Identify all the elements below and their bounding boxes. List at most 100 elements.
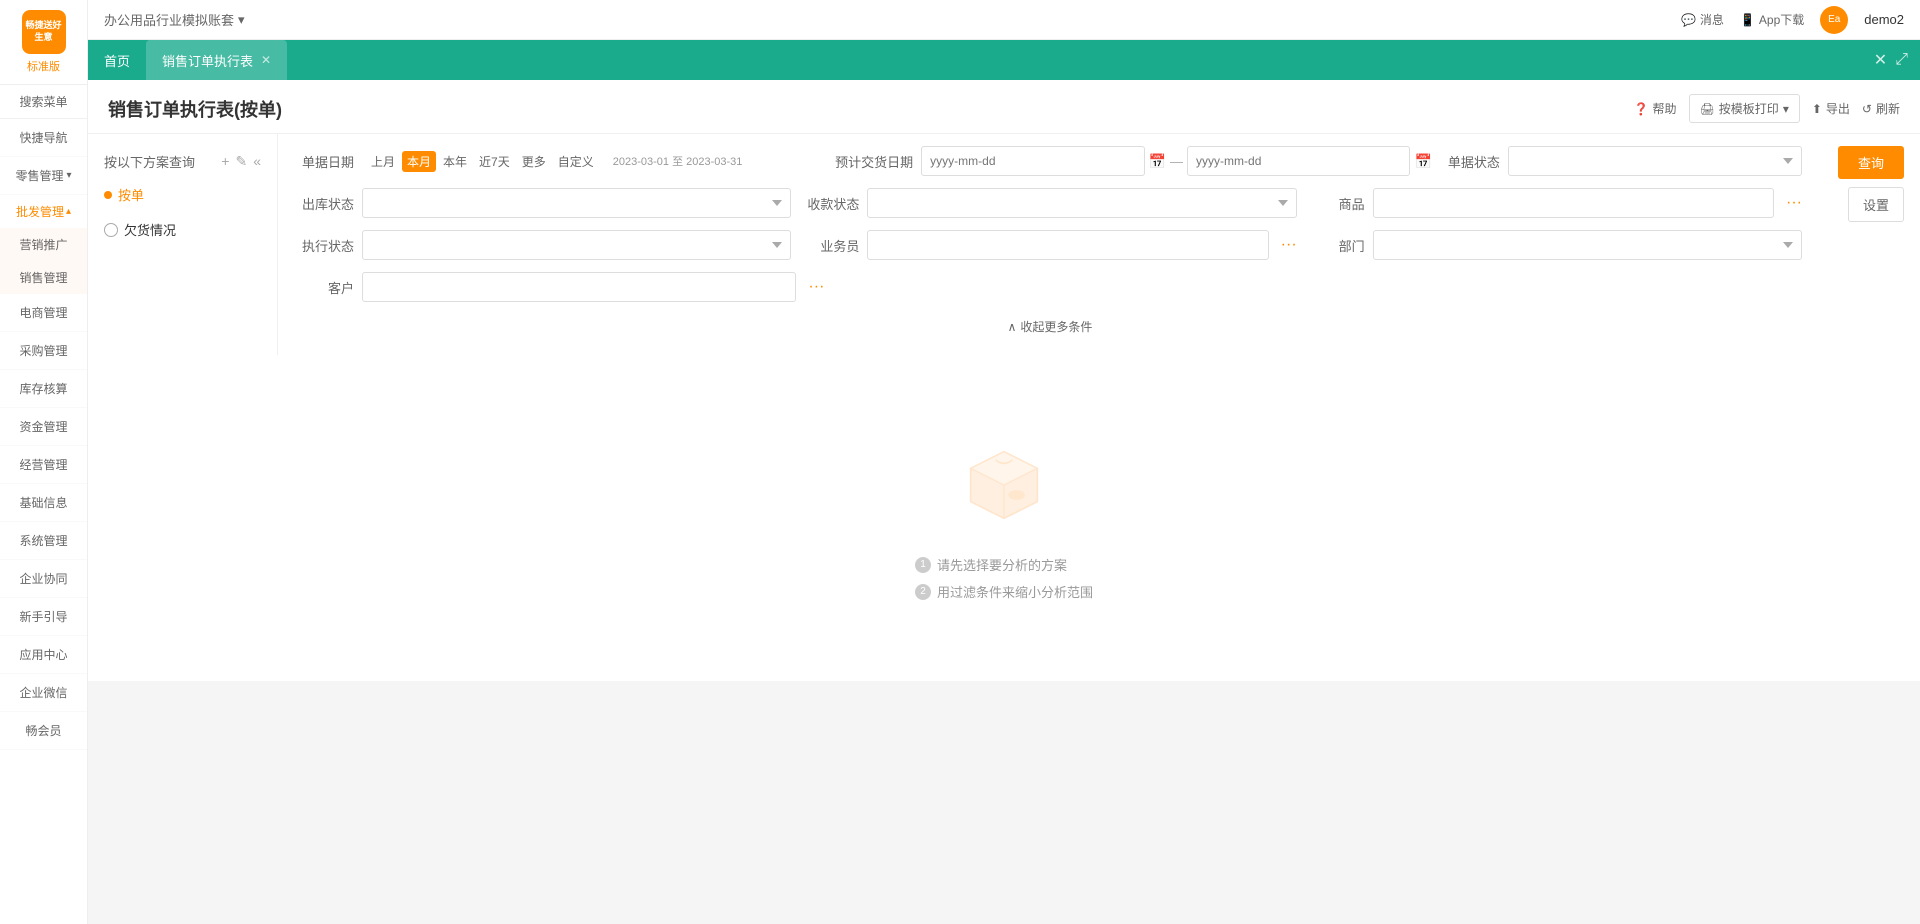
sidebar-item-member[interactable]: 畅会员 bbox=[0, 712, 87, 750]
sidebar-item-sales-mgmt[interactable]: 销售管理 bbox=[0, 261, 87, 294]
collapse-icon: ▴ bbox=[66, 206, 71, 217]
topbar-title-arrow[interactable]: ▾ bbox=[238, 12, 245, 28]
expected-date-to-input[interactable] bbox=[1187, 146, 1410, 176]
hint2-num: 2 bbox=[915, 584, 931, 600]
outbound-select[interactable] bbox=[362, 188, 791, 218]
date-tab-this-year[interactable]: 本年 bbox=[438, 151, 472, 172]
sidebar-item-quick-nav[interactable]: 快捷导航 bbox=[0, 119, 87, 157]
date-tab-last-month[interactable]: 上月 bbox=[366, 151, 400, 172]
product-more-icon[interactable]: ··· bbox=[1786, 194, 1802, 212]
customer-input[interactable] bbox=[362, 272, 796, 302]
product-input[interactable] bbox=[1373, 188, 1774, 218]
logo-icon: 畅捷送好生意 bbox=[22, 10, 66, 54]
collapse-up-icon: ∧ bbox=[1008, 320, 1017, 334]
sidebar-item-corp-wechat[interactable]: 企业微信 bbox=[0, 674, 87, 712]
tab-close-icon[interactable]: ✕ bbox=[261, 53, 271, 67]
sidebar-item-ecommerce[interactable]: 电商管理 bbox=[0, 294, 87, 332]
filter-add-icon[interactable]: + bbox=[221, 153, 229, 170]
app-download-button[interactable]: 📱 App下载 bbox=[1740, 11, 1804, 28]
calendar-to-icon[interactable]: 📅 bbox=[1414, 153, 1431, 170]
sidebar-item-wholesale-mgmt[interactable]: 批发管理 ▴ bbox=[0, 195, 87, 228]
sidebar-item-operations[interactable]: 经营管理 bbox=[0, 446, 87, 484]
date-tab-this-month[interactable]: 本月 bbox=[402, 151, 436, 172]
filter-option-by-order[interactable]: 按单 bbox=[88, 177, 277, 212]
filter-sidebar-title: 按以下方案查询 + ✎ « bbox=[88, 146, 277, 177]
tab-sales-exec[interactable]: 销售订单执行表 ✕ bbox=[146, 40, 287, 80]
sidebar-item-app-center[interactable]: 应用中心 bbox=[0, 636, 87, 674]
settings-button[interactable]: 设置 bbox=[1848, 187, 1904, 222]
exec-status-label: 执行状态 bbox=[298, 236, 354, 255]
sidebar-item-newbie[interactable]: 新手引导 bbox=[0, 598, 87, 636]
filter-option-by-debt[interactable]: 欠货情况 bbox=[88, 212, 277, 247]
filter-item-date: 单据日期 上月 本月 本年 近7天 更多 自定义 2023-03-01 至 20… bbox=[298, 151, 823, 172]
tab-expand-icon[interactable]: ⤢ bbox=[1895, 51, 1908, 69]
avatar[interactable]: Ea bbox=[1820, 6, 1848, 34]
filter-row-4: 客户 ··· bbox=[298, 272, 1802, 302]
filter-row-1: 单据日期 上月 本月 本年 近7天 更多 自定义 2023-03-01 至 20… bbox=[298, 146, 1802, 176]
expected-date-from-input[interactable] bbox=[921, 146, 1144, 176]
filter-row-3: 执行状态 业务员 ··· 部门 bbox=[298, 230, 1802, 260]
filter-row-2: 出库状态 收款状态 商品 bbox=[298, 188, 1802, 218]
customer-more-icon[interactable]: ··· bbox=[808, 278, 824, 296]
salesperson-input[interactable] bbox=[867, 230, 1268, 260]
sidebar-item-basic[interactable]: 基础信息 bbox=[0, 484, 87, 522]
empty-hint-2: 2 用过滤条件来缩小分析范围 bbox=[915, 582, 1093, 601]
filter-option-circle bbox=[104, 223, 118, 237]
content-area: 销售订单执行表(按单) ❓ 帮助 🖨 按模板打印 ▾ ⬆ 导出 bbox=[88, 80, 1920, 924]
query-button[interactable]: 查询 bbox=[1838, 146, 1904, 179]
salesperson-more-icon[interactable]: ··· bbox=[1281, 236, 1297, 254]
empty-state: 1 请先选择要分析的方案 2 用过滤条件来缩小分析范围 bbox=[88, 355, 1920, 681]
filter-form: 单据日期 上月 本月 本年 近7天 更多 自定义 2023-03-01 至 20… bbox=[278, 134, 1822, 355]
filter-collapse-icon[interactable]: « bbox=[253, 153, 261, 170]
dept-select[interactable] bbox=[1373, 230, 1802, 260]
filter-sidebar: 按以下方案查询 + ✎ « 按单 欠货情况 bbox=[88, 134, 278, 355]
calendar-from-icon[interactable]: 📅 bbox=[1149, 153, 1166, 170]
refresh-button[interactable]: ↺ 刷新 bbox=[1862, 100, 1900, 117]
download-icon: 📱 bbox=[1740, 13, 1755, 27]
tabbar: 首页 销售订单执行表 ✕ ✕ ⤢ bbox=[88, 40, 1920, 80]
msg-button[interactable]: 💬 消息 bbox=[1681, 11, 1724, 28]
tab-home[interactable]: 首页 bbox=[88, 40, 146, 80]
filter-item-status: 单据状态 bbox=[1444, 146, 1802, 176]
export-button[interactable]: ⬆ 导出 bbox=[1812, 100, 1850, 117]
product-label: 商品 bbox=[1309, 194, 1365, 213]
date-from-group: 📅 — 📅 bbox=[921, 146, 1432, 176]
sidebar-item-enterprise[interactable]: 企业协同 bbox=[0, 560, 87, 598]
expand-icon: ▾ bbox=[66, 170, 71, 181]
sidebar-item-system[interactable]: 系统管理 bbox=[0, 522, 87, 560]
sidebar-item-finance[interactable]: 资金管理 bbox=[0, 408, 87, 446]
sidebar-item-purchase[interactable]: 采购管理 bbox=[0, 332, 87, 370]
filter-item-outbound: 出库状态 bbox=[298, 188, 791, 218]
date-label: 单据日期 bbox=[298, 152, 354, 171]
filter-item-product: 商品 ··· bbox=[1309, 188, 1802, 218]
status-label: 单据状态 bbox=[1444, 152, 1500, 171]
sidebar-item-inventory[interactable]: 库存核算 bbox=[0, 370, 87, 408]
filter-item-exec-status: 执行状态 bbox=[298, 230, 791, 260]
payment-select[interactable] bbox=[867, 188, 1296, 218]
main-area: 办公用品行业模拟账套 ▾ 💬 消息 📱 App下载 Ea demo2 首页 销售… bbox=[88, 0, 1920, 924]
dept-label: 部门 bbox=[1309, 236, 1365, 255]
date-tab-custom[interactable]: 自定义 bbox=[553, 151, 599, 172]
date-tab-last7[interactable]: 近7天 bbox=[474, 151, 515, 172]
page-header: 销售订单执行表(按单) ❓ 帮助 🖨 按模板打印 ▾ ⬆ 导出 bbox=[88, 80, 1920, 134]
tab-close-all-icon[interactable]: ✕ bbox=[1874, 50, 1887, 70]
print-arrow-icon: ▾ bbox=[1783, 102, 1789, 116]
sidebar-item-retail-mgmt[interactable]: 零售管理 ▾ bbox=[0, 157, 87, 195]
refresh-icon: ↺ bbox=[1862, 102, 1872, 116]
app-logo: 畅捷送好生意 标准版 bbox=[0, 0, 87, 85]
username-label[interactable]: demo2 bbox=[1864, 12, 1904, 27]
exec-status-select[interactable] bbox=[362, 230, 791, 260]
sidebar-search[interactable]: 搜索菜单 bbox=[0, 85, 87, 119]
logo-label: 标准版 bbox=[27, 58, 60, 74]
help-button[interactable]: ❓ 帮助 bbox=[1634, 100, 1677, 117]
filter-item-salesperson: 业务员 ··· bbox=[803, 230, 1296, 260]
filter-edit-icon[interactable]: ✎ bbox=[235, 153, 247, 170]
topbar: 办公用品行业模拟账套 ▾ 💬 消息 📱 App下载 Ea demo2 bbox=[88, 0, 1920, 40]
date-tab-more[interactable]: 更多 bbox=[517, 151, 551, 172]
print-icon: 🖨 bbox=[1700, 102, 1715, 116]
sidebar-item-marketing[interactable]: 营销推广 bbox=[0, 228, 87, 261]
print-button[interactable]: 🖨 按模板打印 ▾ bbox=[1689, 94, 1800, 123]
status-select[interactable] bbox=[1508, 146, 1802, 176]
collapse-button[interactable]: ∧ 收起更多条件 bbox=[298, 314, 1802, 343]
topbar-right: 💬 消息 📱 App下载 Ea demo2 bbox=[1681, 6, 1904, 34]
